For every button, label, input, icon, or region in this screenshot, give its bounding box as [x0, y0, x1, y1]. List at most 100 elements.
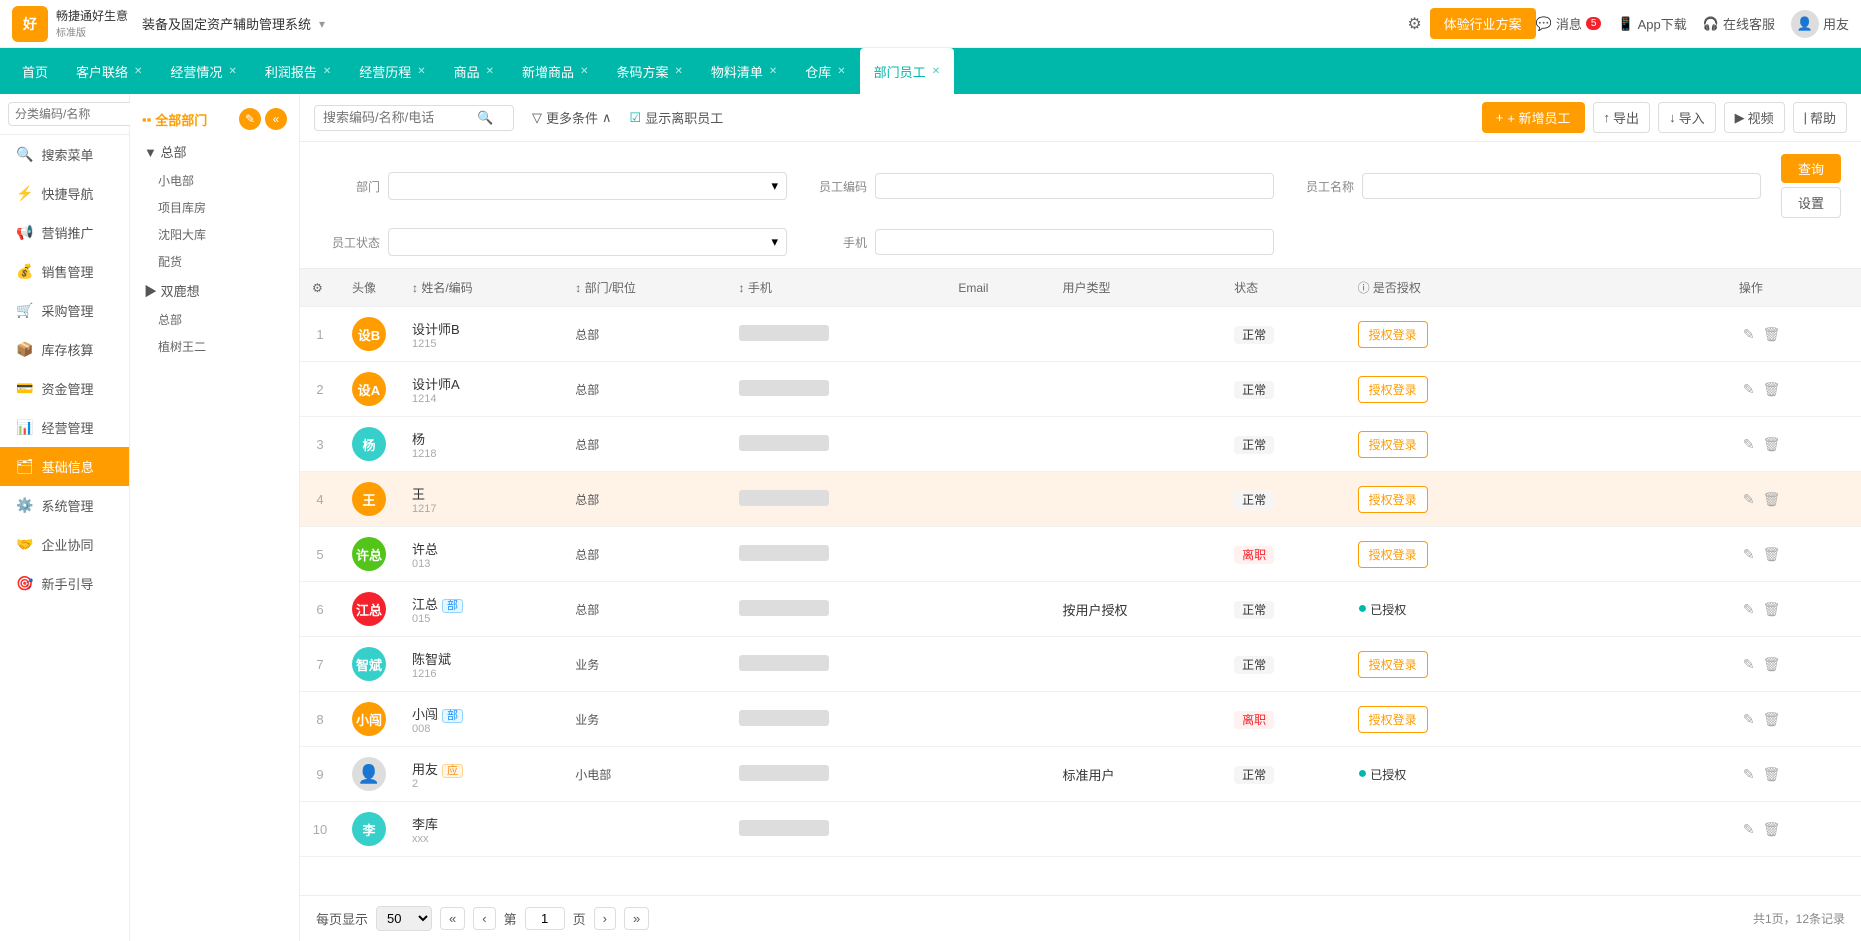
tab-close-icon[interactable]: ✕	[769, 66, 777, 77]
delete-button[interactable]: 🗑	[1759, 709, 1785, 730]
sidebar-item-搜索菜单[interactable]: 🔍搜索菜单	[0, 135, 129, 174]
auth-button[interactable]: 授权登录	[1358, 376, 1428, 403]
delete-button[interactable]: 🗑	[1759, 324, 1785, 345]
auth-button[interactable]: 授权登录	[1358, 541, 1428, 568]
dept-item-shenyangdaku[interactable]: 沈阳大库	[130, 221, 299, 248]
settings-icon[interactable]: ⚙	[1407, 14, 1421, 34]
dept-item-xiaodianbu[interactable]: 小电部	[130, 167, 299, 194]
empcode-filter-input[interactable]	[875, 173, 1274, 199]
empname-filter-input[interactable]	[1362, 173, 1761, 199]
support-item[interactable]: 🎧 在线客服	[1703, 14, 1775, 33]
message-item[interactable]: 💬 消息 5	[1536, 14, 1602, 33]
empstatus-filter-select[interactable]: ▾	[388, 228, 787, 256]
sidebar-item-库存核算[interactable]: 📦库存核算	[0, 330, 129, 369]
edit-button[interactable]: ✎	[1739, 764, 1759, 785]
delete-button[interactable]: 🗑	[1759, 654, 1785, 675]
sidebar-item-基础信息[interactable]: 🗂基础信息	[0, 447, 129, 486]
sidebar-item-资金管理[interactable]: 💳资金管理	[0, 369, 129, 408]
nav-tab-利润报告[interactable]: 利润报告✕	[251, 48, 345, 94]
nav-tab-物料清单[interactable]: 物料清单✕	[697, 48, 791, 94]
tab-close-icon[interactable]: ✕	[837, 66, 845, 77]
nav-tab-仓库[interactable]: 仓库✕	[791, 48, 859, 94]
sidebar-item-新手引导[interactable]: 🎯新手引导	[0, 564, 129, 603]
sidebar-item-企业协同[interactable]: 🤝企业协同	[0, 525, 129, 564]
nav-tab-客户联络[interactable]: 客户联络✕	[62, 48, 156, 94]
edit-button[interactable]: ✎	[1739, 544, 1759, 565]
col-phone[interactable]: ↕ 手机	[727, 269, 947, 307]
edit-button[interactable]: ✎	[1739, 599, 1759, 620]
nav-tab-新增商品[interactable]: 新增商品✕	[508, 48, 602, 94]
edit-button[interactable]: ✎	[1739, 434, 1759, 455]
delete-button[interactable]: 🗑	[1759, 379, 1785, 400]
edit-button[interactable]: ✎	[1739, 819, 1759, 840]
nav-tab-经营历程[interactable]: 经营历程✕	[345, 48, 439, 94]
sidebar-item-营销推广[interactable]: 📢营销推广	[0, 213, 129, 252]
delete-button[interactable]: 🗑	[1759, 434, 1785, 455]
trial-button[interactable]: 体验行业方案	[1430, 8, 1536, 39]
tab-close-icon[interactable]: ✕	[486, 66, 494, 77]
user-item[interactable]: 👤 用友	[1791, 10, 1849, 38]
tab-close-icon[interactable]: ✕	[323, 66, 331, 77]
dept-collapse-icon[interactable]: «	[265, 108, 287, 130]
nav-tab-商品[interactable]: 商品✕	[440, 48, 508, 94]
reset-button[interactable]: 设置	[1781, 187, 1841, 218]
edit-button[interactable]: ✎	[1739, 654, 1759, 675]
query-button[interactable]: 查询	[1781, 154, 1841, 183]
col-name[interactable]: ↕ 姓名/编码	[400, 269, 563, 307]
help-button[interactable]: | 帮助	[1793, 102, 1847, 133]
tab-close-icon[interactable]: ✕	[674, 66, 682, 77]
sidebar-item-销售管理[interactable]: 💰销售管理	[0, 252, 129, 291]
import-button[interactable]: ↓ 导入	[1658, 102, 1716, 133]
delete-button[interactable]: 🗑	[1759, 544, 1785, 565]
add-employee-button[interactable]: + + 新增员工	[1482, 102, 1585, 133]
dept-group-shuangluxiang[interactable]: ▶ 双鹿想	[130, 275, 299, 306]
delete-button[interactable]: 🗑	[1759, 764, 1785, 785]
auth-button[interactable]: 授权登录	[1358, 431, 1428, 458]
search-input[interactable]	[323, 110, 473, 125]
tab-close-icon[interactable]: ✕	[228, 66, 236, 77]
dept-edit-icon[interactable]: ✎	[239, 108, 261, 130]
dept-item-zhishuwanger[interactable]: 植树王二	[130, 333, 299, 360]
last-page-button[interactable]: »	[624, 907, 649, 930]
tab-close-icon[interactable]: ✕	[134, 66, 142, 77]
sidebar-item-采购管理[interactable]: 🛒采购管理	[0, 291, 129, 330]
nav-tab-首页[interactable]: 首页	[8, 48, 62, 94]
dept-item-xiangmukufang[interactable]: 项目库房	[130, 194, 299, 221]
per-page-select[interactable]: 50 100 200	[376, 906, 432, 931]
view-button[interactable]: ▶ 视频	[1724, 102, 1785, 133]
tab-close-icon[interactable]: ✕	[417, 66, 425, 77]
prev-page-button[interactable]: ‹	[473, 907, 495, 930]
auth-button[interactable]: 授权登录	[1358, 706, 1428, 733]
sidebar-item-快捷导航[interactable]: ⚡快捷导航	[0, 174, 129, 213]
delete-button[interactable]: 🗑	[1759, 819, 1785, 840]
delete-button[interactable]: 🗑	[1759, 599, 1785, 620]
auth-button[interactable]: 授权登录	[1358, 486, 1428, 513]
auth-button[interactable]: 授权登录	[1358, 321, 1428, 348]
system-dropdown-arrow[interactable]: ▾	[319, 17, 325, 31]
auth-button[interactable]: 授权登录	[1358, 651, 1428, 678]
sidebar-item-经营管理[interactable]: 📊经营管理	[0, 408, 129, 447]
sidebar-item-系统管理[interactable]: ⚙️系统管理	[0, 486, 129, 525]
edit-button[interactable]: ✎	[1739, 709, 1759, 730]
col-settings[interactable]: ⚙	[300, 269, 340, 307]
tab-close-icon[interactable]: ✕	[932, 66, 940, 77]
tab-close-icon[interactable]: ✕	[580, 66, 588, 77]
first-page-button[interactable]: «	[440, 907, 465, 930]
phone-filter-input[interactable]	[875, 229, 1274, 255]
nav-tab-部门员工[interactable]: 部门员工✕	[860, 48, 954, 94]
next-page-button[interactable]: ›	[594, 907, 616, 930]
more-filter-btn[interactable]: ▽ 更多条件 ∧	[524, 104, 620, 131]
delete-button[interactable]: 🗑	[1759, 489, 1785, 510]
nav-tab-经营情况[interactable]: 经营情况✕	[156, 48, 250, 94]
dept-group-zongbu[interactable]: ▼ 总部	[130, 136, 299, 167]
nav-tab-条码方案[interactable]: 条码方案✕	[602, 48, 696, 94]
dept-item-zongbu2[interactable]: 总部	[130, 306, 299, 333]
export-button[interactable]: ↑ 导出	[1593, 102, 1651, 133]
search-icon[interactable]: 🔍	[477, 110, 493, 126]
edit-button[interactable]: ✎	[1739, 489, 1759, 510]
show-resigned-checkbox[interactable]: ☑ 显示离职员工	[630, 108, 724, 127]
col-dept[interactable]: ↕ 部门/职位	[563, 269, 726, 307]
dept-item-peihuo[interactable]: 配货	[130, 248, 299, 275]
app-download-item[interactable]: 📱 App下载	[1617, 14, 1686, 33]
edit-button[interactable]: ✎	[1739, 324, 1759, 345]
